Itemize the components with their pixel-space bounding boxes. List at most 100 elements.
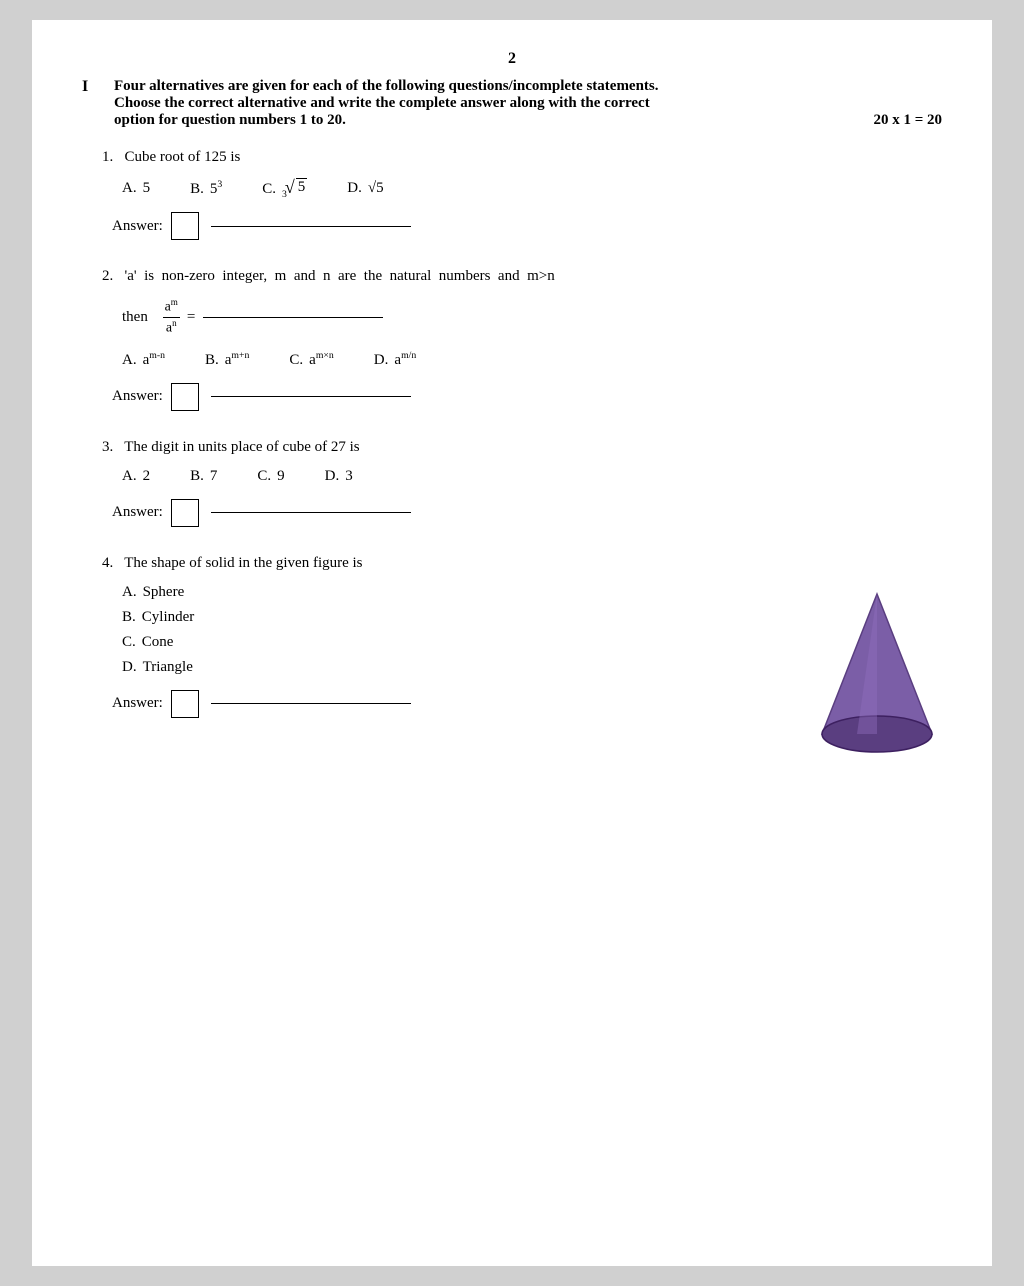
q1-content: Cube root of 125 is xyxy=(125,149,241,165)
exam-page: 2 I Four alternatives are given for each… xyxy=(32,20,992,1266)
q1-options: A. 5 B. 53 C. 3 √ 5 D. √5 xyxy=(102,178,942,198)
instructions-line3: option for question numbers 1 to 20. xyxy=(114,112,346,128)
q2-content: 'a' is non-zero integer, m and n are the… xyxy=(125,268,555,284)
q1-answer-row: Answer: xyxy=(102,212,942,240)
q4-answer-label: Answer: xyxy=(112,695,163,712)
q4-option-d: D. Triangle xyxy=(122,659,772,676)
question-4-text: 4. The shape of solid in the given figur… xyxy=(102,555,942,572)
q2-option-c-value: am×n xyxy=(309,350,334,369)
q3-answer-row: Answer: xyxy=(102,499,942,527)
q3-answer-label: Answer: xyxy=(112,504,163,521)
q4-options: A. Sphere B. Cylinder C. Cone D. Triangl… xyxy=(102,584,772,718)
q4-option-b: B. Cylinder xyxy=(122,609,772,626)
question-1-text: 1. Cube root of 125 is xyxy=(102,149,942,166)
q3-options: A. 2 B. 7 C. 9 D. 3 xyxy=(102,468,942,485)
q1-option-c-value: 3 √ 5 xyxy=(282,178,307,196)
q4-answer-row: Answer: xyxy=(102,690,772,718)
q2-option-a-value: am-n xyxy=(143,350,165,369)
q4-option-c-value: Cone xyxy=(142,634,174,651)
q4-option-a: A. Sphere xyxy=(122,584,772,601)
question-4: 4. The shape of solid in the given figur… xyxy=(82,555,942,769)
q4-option-a-value: Sphere xyxy=(143,584,185,601)
q4-option-b-label: B. xyxy=(122,609,136,626)
section-header: I Four alternatives are given for each o… xyxy=(82,78,942,129)
question-3-text: 3. The digit in units place of cube of 2… xyxy=(102,439,942,456)
q4-option-c-label: C. xyxy=(122,634,136,651)
q4-answer-box[interactable] xyxy=(171,690,199,718)
q4-layout: A. Sphere B. Cylinder C. Cone D. Triangl… xyxy=(102,584,942,769)
question-3: 3. The digit in units place of cube of 2… xyxy=(82,439,942,527)
q4-options-list: A. Sphere B. Cylinder C. Cone D. Triangl… xyxy=(102,584,772,676)
q3-option-d-label: D. xyxy=(325,468,340,485)
q2-answer-line xyxy=(211,396,411,397)
q4-option-b-value: Cylinder xyxy=(142,609,195,626)
q2-options: A. am-n B. am+n C. am×n D. am/n xyxy=(102,350,942,369)
q1-option-a: A. 5 xyxy=(122,180,150,197)
q4-answer-line xyxy=(211,703,411,704)
q2-option-a-label: A. xyxy=(122,352,137,369)
q1-option-a-value: 5 xyxy=(143,180,151,197)
q3-answer-line xyxy=(211,512,411,513)
q1-answer-line xyxy=(211,226,411,227)
q1-number: 1. xyxy=(102,149,113,165)
q2-option-d-label: D. xyxy=(374,352,389,369)
cone-svg xyxy=(812,584,942,764)
q3-option-a-label: A. xyxy=(122,468,137,485)
instructions-line2: Choose the correct alternative and write… xyxy=(114,95,650,111)
q2-option-a: A. am-n xyxy=(122,350,165,369)
q3-option-d: D. 3 xyxy=(325,468,353,485)
q2-number: 2. xyxy=(102,268,113,284)
fraction-numerator: am xyxy=(163,297,180,318)
q2-equals: = xyxy=(187,309,195,326)
q2-equation: then am an = xyxy=(102,297,942,338)
q3-option-c-label: C. xyxy=(257,468,271,485)
q4-option-c: C. Cone xyxy=(122,634,772,651)
q1-option-b: B. 53 xyxy=(190,179,222,198)
q3-option-b-value: 7 xyxy=(210,468,218,485)
q1-answer-box[interactable] xyxy=(171,212,199,240)
q3-content: The digit in units place of cube of 27 i… xyxy=(124,439,359,455)
q4-option-d-value: Triangle xyxy=(143,659,193,676)
q2-answer-label: Answer: xyxy=(112,388,163,405)
q3-option-b-label: B. xyxy=(190,468,204,485)
q2-answer-box[interactable] xyxy=(171,383,199,411)
q3-option-a-value: 2 xyxy=(143,468,151,485)
q2-option-c: C. am×n xyxy=(289,350,333,369)
q3-answer-box[interactable] xyxy=(171,499,199,527)
q2-answer-line-inline xyxy=(203,317,383,318)
instructions-line1: Four alternatives are given for each of … xyxy=(114,78,659,94)
q2-option-b-value: am+n xyxy=(225,350,250,369)
q3-option-c: C. 9 xyxy=(257,468,284,485)
q2-option-c-label: C. xyxy=(289,352,303,369)
q2-option-d: D. am/n xyxy=(374,350,416,369)
q2-option-d-value: am/n xyxy=(394,350,416,369)
q1-answer-label: Answer: xyxy=(112,218,163,235)
section-number: I xyxy=(82,78,98,129)
q2-answer-row: Answer: xyxy=(102,383,942,411)
q2-option-b-label: B. xyxy=(205,352,219,369)
q2-fraction: am an xyxy=(163,297,180,338)
q3-option-c-value: 9 xyxy=(277,468,285,485)
q4-option-d-label: D. xyxy=(122,659,137,676)
q4-number: 4. xyxy=(102,555,113,571)
q2-then-label: then xyxy=(122,309,148,326)
q1-option-c-label: C. xyxy=(262,181,276,198)
q1-option-d: D. √5 xyxy=(347,180,383,197)
q1-option-a-label: A. xyxy=(122,180,137,197)
cube-root-index: 3 xyxy=(282,189,287,200)
q4-option-a-label: A. xyxy=(122,584,137,601)
q2-option-b: B. am+n xyxy=(205,350,249,369)
q1-option-b-label: B. xyxy=(190,181,204,198)
cone-figure xyxy=(812,584,942,769)
section-instructions: Four alternatives are given for each of … xyxy=(114,78,857,129)
q1-option-d-value: √5 xyxy=(368,180,384,197)
q3-option-d-value: 3 xyxy=(345,468,353,485)
question-1: 1. Cube root of 125 is A. 5 B. 53 C. 3 √… xyxy=(82,149,942,240)
fraction-denominator: an xyxy=(164,318,179,338)
question-2-text: 2. 'a' is non-zero integer, m and n are … xyxy=(102,268,942,285)
score-info: 20 x 1 = 20 xyxy=(873,112,942,129)
radical-content: 5 xyxy=(296,178,308,196)
q1-option-d-label: D. xyxy=(347,180,362,197)
q1-option-b-value: 53 xyxy=(210,179,222,198)
q3-option-b: B. 7 xyxy=(190,468,217,485)
